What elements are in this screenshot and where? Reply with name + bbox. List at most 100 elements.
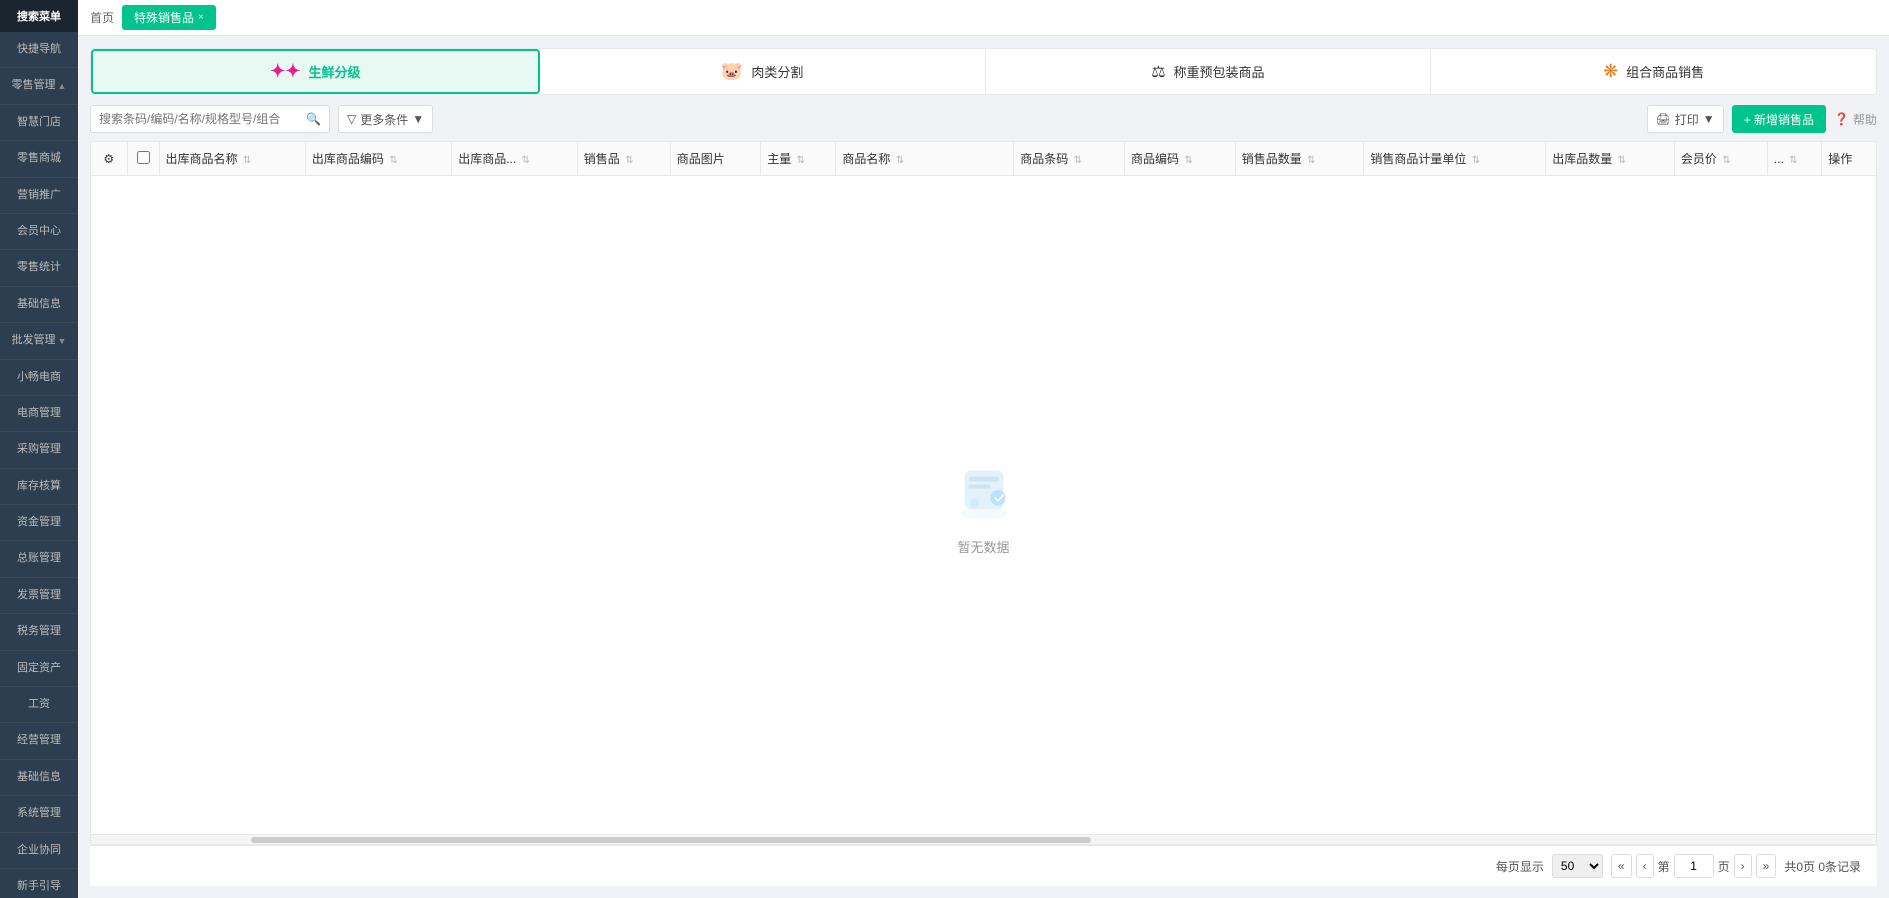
- scroll-hint[interactable]: [91, 834, 1876, 844]
- filter-chevron-icon: ▼: [412, 112, 424, 126]
- sidebar-item-inventory[interactable]: 库存核算: [0, 469, 78, 505]
- sidebar-item-payroll[interactable]: 工资: [0, 687, 78, 723]
- cat-tab-combo-sales[interactable]: ❋ 组合商品销售: [1431, 49, 1876, 94]
- th-sales-unit[interactable]: 销售商品计量单位 ⇅: [1364, 142, 1546, 176]
- scrollbar-thumb[interactable]: [251, 837, 1091, 843]
- sidebar-item-sys-mgmt[interactable]: 系统管理: [0, 796, 78, 832]
- sidebar-item-basic-info[interactable]: 基础信息: [0, 287, 78, 323]
- search-input[interactable]: [99, 112, 306, 126]
- active-tab[interactable]: 特殊销售品 ×: [122, 5, 216, 30]
- weight-pack-icon: ⚖: [1151, 62, 1165, 82]
- th-x-col[interactable]: ... ⇅: [1767, 142, 1821, 176]
- sidebar-item-purchase-mgmt[interactable]: 采购管理: [0, 432, 78, 468]
- sidebar-item-ecom-mgmt[interactable]: 电商管理: [0, 396, 78, 432]
- toolbar-right: 🖨 打印 ▼ + 新增销售品 ❓ 帮助: [1647, 105, 1877, 133]
- sidebar: 搜索菜单 快捷导航 零售管理 ▲ 智慧门店 零售商城 营销推广 会员中心 零售统…: [0, 0, 78, 898]
- sort-icon3: ⇅: [522, 155, 530, 166]
- sidebar-item-wholesale-mgmt[interactable]: 批发管理 ▼: [0, 323, 78, 359]
- per-page-select[interactable]: 50 10 20 100: [1552, 854, 1603, 878]
- cat-tab-weight-pack[interactable]: ⚖ 称重预包装商品: [986, 49, 1432, 94]
- cat-tab-meat-cut[interactable]: 🐷 肉类分割: [540, 49, 986, 94]
- th-member-price[interactable]: 会员价 ⇅: [1674, 142, 1767, 176]
- filter-label: 更多条件: [360, 111, 408, 128]
- sidebar-item-sales-promo[interactable]: 营销推广: [0, 178, 78, 214]
- sidebar-item-tax-mgmt[interactable]: 税务管理: [0, 614, 78, 650]
- sidebar-item-newbie[interactable]: 新手引导: [0, 869, 78, 898]
- next-page-button[interactable]: ›: [1734, 854, 1752, 878]
- th-out-qty[interactable]: 出库品数量 ⇅: [1546, 142, 1675, 176]
- sort-icon10: ⇅: [1472, 155, 1480, 166]
- toolbar: 🔍 ▽ 更多条件 ▼ 🖨 打印 ▼ + 新增销售品 ❓: [90, 105, 1877, 133]
- topbar: 首页 特殊销售品 ×: [78, 0, 1889, 36]
- page-label: 第: [1658, 858, 1670, 875]
- sidebar-item-member-center[interactable]: 会员中心: [0, 214, 78, 250]
- sidebar-item-basic-info2[interactable]: 基础信息: [0, 760, 78, 796]
- sort-icon5: ⇅: [797, 155, 805, 166]
- sidebar-item-retail-stats[interactable]: 零售统计: [0, 250, 78, 286]
- sidebar-item-smart-store[interactable]: 智慧门店: [0, 105, 78, 141]
- sort-icon13: ⇅: [1789, 155, 1797, 166]
- cat-tab-meat-cut-label: 肉类分割: [751, 62, 803, 81]
- th-gross-weight[interactable]: 主量 ⇅: [761, 142, 836, 176]
- th-out-product-name[interactable]: 出库商品名称 ⇅: [159, 142, 305, 176]
- sidebar-item-fund-mgmt[interactable]: 资金管理: [0, 505, 78, 541]
- th-gear[interactable]: ⚙: [91, 142, 127, 176]
- search-icon: 🔍: [306, 112, 321, 126]
- sort-icon11: ⇅: [1618, 155, 1626, 166]
- sidebar-item-retail-mgmt[interactable]: 零售管理 ▲: [0, 68, 78, 104]
- sort-icon: ⇅: [243, 155, 251, 166]
- no-data-text: 暂无数据: [957, 537, 1009, 556]
- close-icon[interactable]: ×: [198, 12, 204, 23]
- last-page-button[interactable]: »: [1756, 854, 1777, 878]
- prev-page-button[interactable]: ‹: [1636, 854, 1654, 878]
- pagination: 每页显示 50 10 20 100 « ‹ 第 页 › » 共0页 0条记录: [90, 845, 1877, 886]
- home-tab[interactable]: 首页: [90, 9, 114, 26]
- sidebar-item-general-ledger[interactable]: 总账管理: [0, 541, 78, 577]
- search-box[interactable]: 🔍: [90, 105, 330, 133]
- help-button[interactable]: ❓ 帮助: [1834, 105, 1877, 133]
- sidebar-item-quick-nav[interactable]: 快捷导航: [0, 32, 78, 68]
- sidebar-item-mini-ecom[interactable]: 小畅电商: [0, 360, 78, 396]
- th-check[interactable]: [127, 142, 159, 176]
- th-barcode[interactable]: 商品条码 ⇅: [1014, 142, 1125, 176]
- data-table: ⚙ 出库商品名称 ⇅ 出库商品编码 ⇅: [91, 142, 1876, 176]
- main-area: 首页 特殊销售品 × ✦✦ 生鲜分级 🐷 肉类分割 ⚖ 称重预包装商品 ❋ 组合…: [78, 0, 1889, 898]
- sidebar-item-company-coop[interactable]: 企业协同: [0, 833, 78, 869]
- select-all-checkbox[interactable]: [137, 151, 150, 164]
- sidebar-item-fixed-assets[interactable]: 固定资产: [0, 651, 78, 687]
- first-page-button[interactable]: «: [1611, 854, 1632, 878]
- category-tabs: ✦✦ 生鲜分级 🐷 肉类分割 ⚖ 称重预包装商品 ❋ 组合商品销售: [90, 48, 1877, 95]
- filter-button[interactable]: ▽ 更多条件 ▼: [338, 105, 433, 133]
- th-sales-item[interactable]: 销售品 ⇅: [577, 142, 670, 176]
- sort-icon2: ⇅: [389, 155, 397, 166]
- th-action: 操作: [1822, 142, 1876, 176]
- th-sales-qty[interactable]: 销售品数量 ⇅: [1235, 142, 1364, 176]
- sidebar-item-retail-mall[interactable]: 零售商城: [0, 141, 78, 177]
- toolbar-left: 🔍 ▽ 更多条件 ▼: [90, 105, 433, 133]
- sort-icon9: ⇅: [1307, 155, 1315, 166]
- add-sales-item-button[interactable]: + 新增销售品: [1732, 105, 1826, 133]
- sidebar-logo[interactable]: 搜索菜单: [0, 0, 78, 32]
- cat-tab-fresh-grade[interactable]: ✦✦ 生鲜分级: [91, 49, 540, 94]
- table-header-row: ⚙ 出库商品名称 ⇅ 出库商品编码 ⇅: [91, 142, 1876, 176]
- sort-icon6: ⇅: [896, 155, 904, 166]
- sort-icon8: ⇅: [1184, 155, 1192, 166]
- th-out-product-x[interactable]: 出库商品... ⇅: [452, 142, 578, 176]
- sidebar-item-ops-mgmt[interactable]: 经营管理: [0, 723, 78, 759]
- no-data-placeholder: 暂无数据: [91, 176, 1876, 834]
- print-label: 打印: [1675, 111, 1699, 128]
- page-unit: 页: [1718, 858, 1730, 875]
- content-area: ✦✦ 生鲜分级 🐷 肉类分割 ⚖ 称重预包装商品 ❋ 组合商品销售 🔍: [78, 36, 1889, 898]
- th-product-name[interactable]: 商品名称 ⇅: [836, 142, 1014, 176]
- combo-sales-icon: ❋: [1603, 61, 1618, 82]
- sort-icon7: ⇅: [1074, 155, 1082, 166]
- print-chevron-icon: ▼: [1703, 112, 1715, 126]
- th-product-code[interactable]: 商品编码 ⇅: [1125, 142, 1236, 176]
- print-button[interactable]: 🖨 打印 ▼: [1647, 105, 1724, 133]
- th-out-product-code[interactable]: 出库商品编码 ⇅: [305, 142, 451, 176]
- page-number-input[interactable]: [1674, 854, 1714, 878]
- sidebar-item-invoice-mgmt[interactable]: 发票管理: [0, 578, 78, 614]
- per-page-label: 每页显示: [1496, 858, 1544, 875]
- table-container: ⚙ 出库商品名称 ⇅ 出库商品编码 ⇅: [90, 141, 1877, 845]
- total-pages-label: 共0页 0条记录: [1784, 858, 1861, 875]
